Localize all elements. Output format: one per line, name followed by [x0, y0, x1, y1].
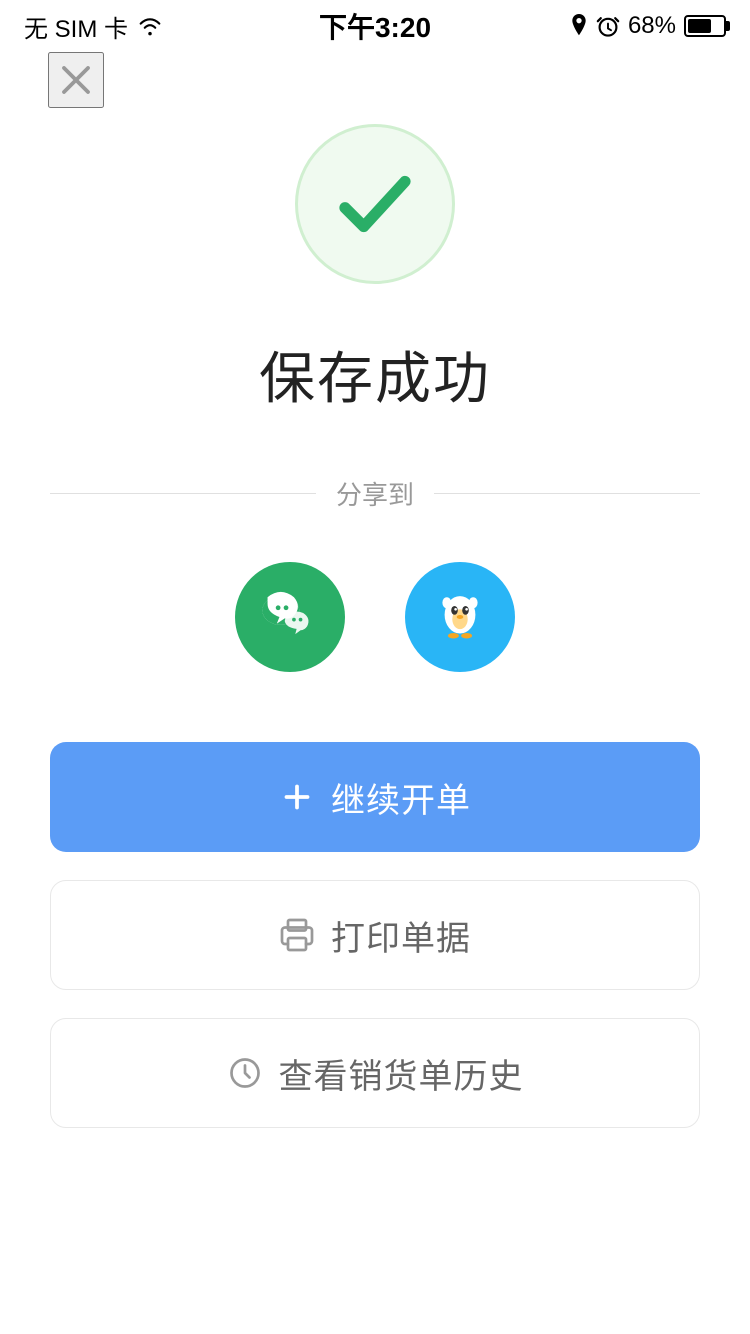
continue-order-label: 继续开单 [331, 773, 471, 822]
continue-order-button[interactable]: 继续开单 [50, 742, 700, 852]
wechat-share-button[interactable] [235, 562, 345, 672]
alarm-icon [596, 14, 620, 38]
print-button[interactable]: 打印单据 [50, 880, 700, 990]
share-divider: 分享到 [50, 475, 700, 512]
qq-share-button[interactable] [405, 562, 515, 672]
carrier-text: 无 SIM 卡 [24, 9, 128, 44]
battery-icon [684, 15, 726, 37]
checkmark-icon [330, 159, 420, 249]
wifi-icon [136, 15, 164, 37]
wechat-icon [257, 584, 323, 650]
history-button[interactable]: 查看销货单历史 [50, 1018, 700, 1128]
qq-icon [427, 584, 493, 650]
status-bar-left: 无 SIM 卡 [24, 9, 164, 44]
printer-icon [279, 917, 315, 953]
clock-icon [227, 1055, 263, 1091]
share-label: 分享到 [336, 475, 414, 512]
divider-line-right [434, 493, 700, 494]
history-label: 查看销货单历史 [279, 1049, 524, 1098]
status-bar-time: 下午3:20 [319, 6, 431, 46]
main-content: 保存成功 分享到 [0, 44, 750, 1334]
battery-percent: 68% [628, 12, 676, 40]
location-icon [570, 14, 588, 38]
plus-icon [279, 779, 315, 815]
status-bar: 无 SIM 卡 下午3:20 68% [0, 0, 750, 44]
success-icon-circle [295, 124, 455, 284]
actions-section: 继续开单 打印单据 查看销货单历史 [50, 742, 700, 1128]
divider-line-left [50, 493, 316, 494]
save-success-title: 保存成功 [259, 334, 491, 415]
print-label: 打印单据 [331, 911, 471, 960]
status-bar-right: 68% [570, 12, 726, 40]
close-button[interactable] [48, 52, 104, 108]
share-row [235, 562, 515, 672]
